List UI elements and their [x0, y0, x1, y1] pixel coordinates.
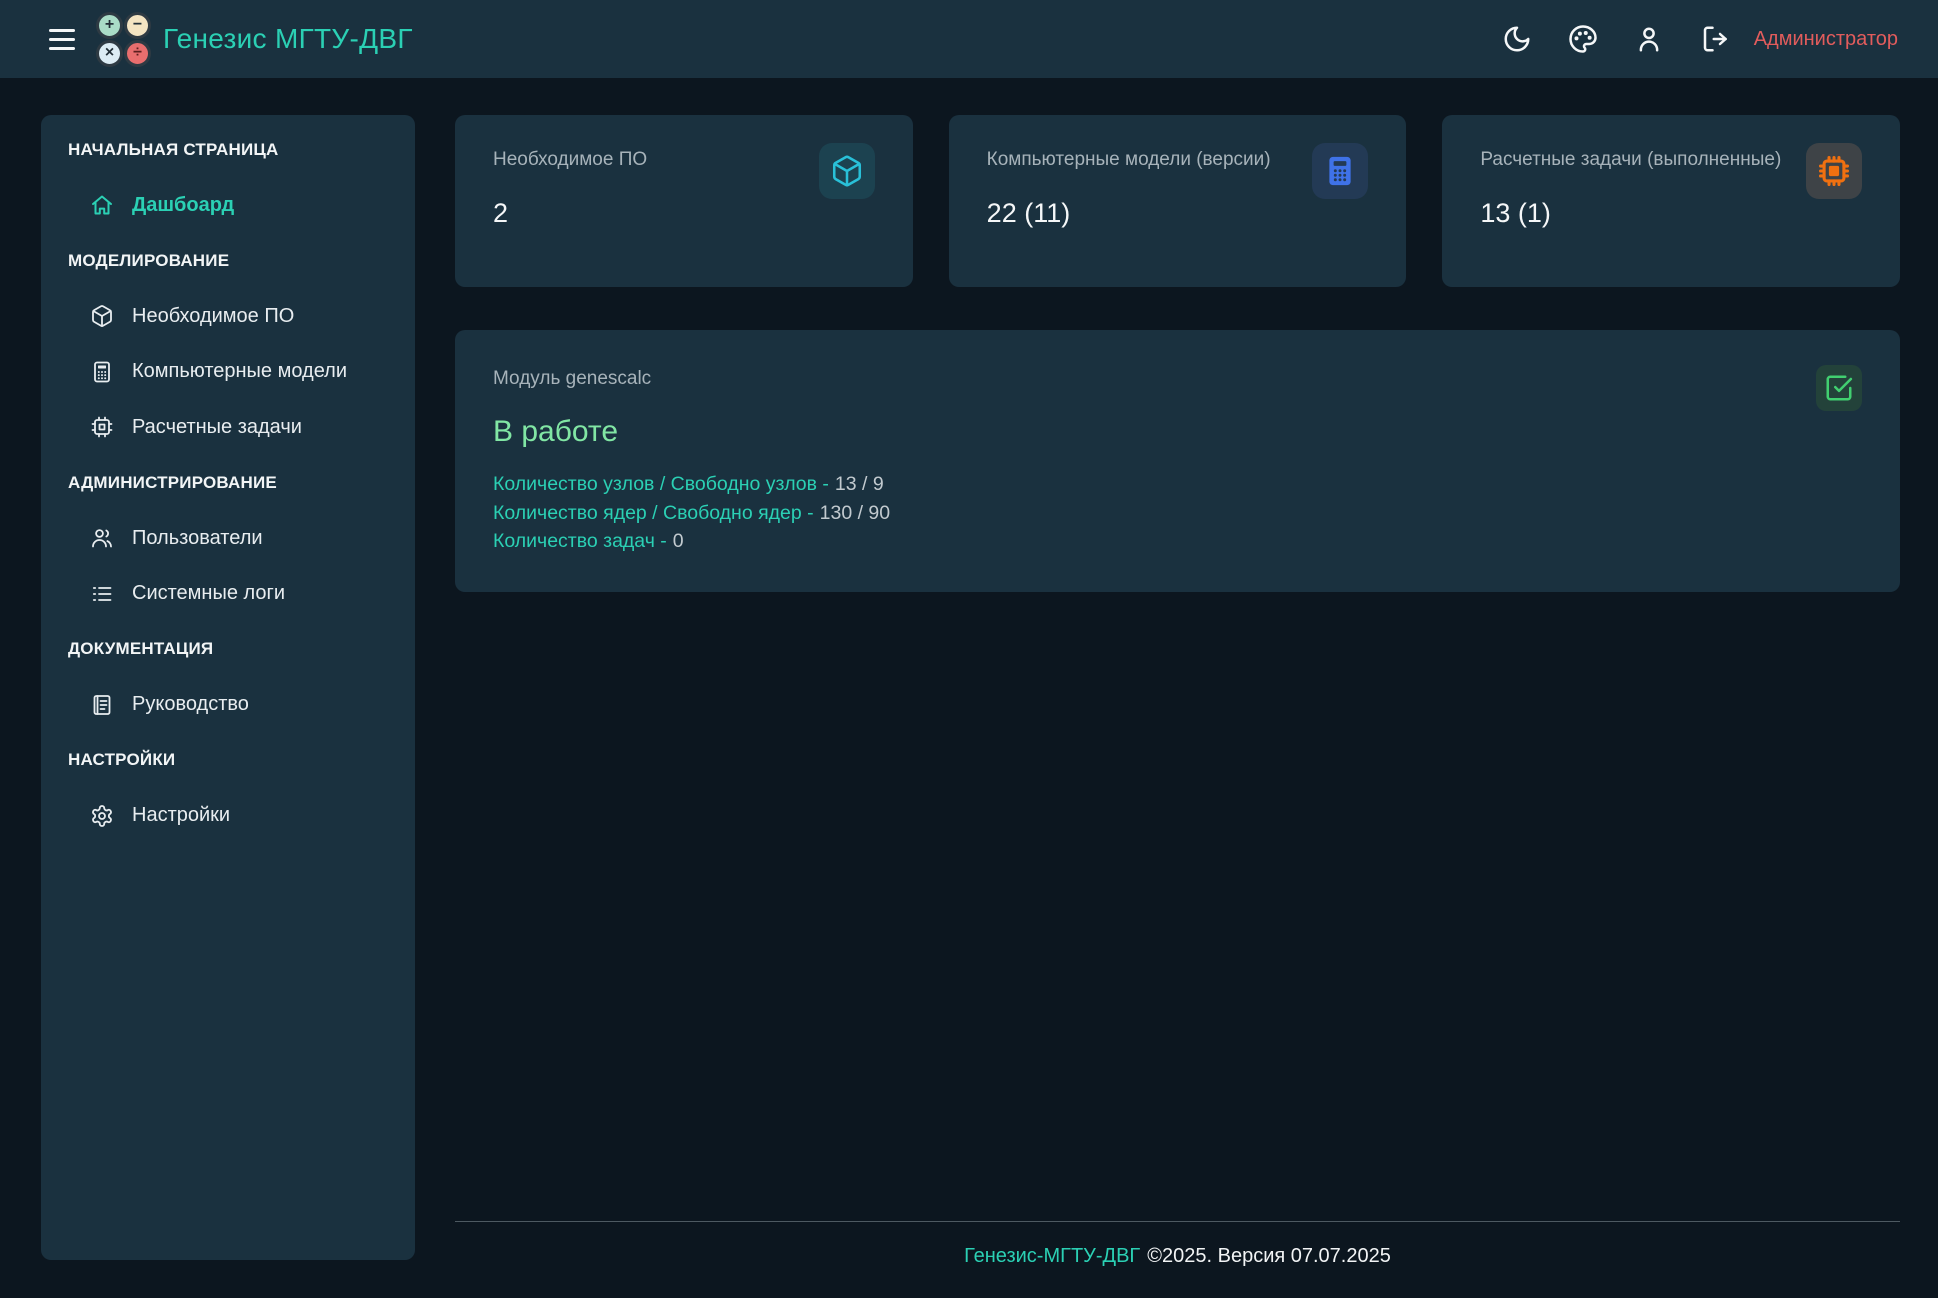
card-value: 2: [493, 198, 509, 228]
plus-icon: +: [96, 11, 123, 39]
sidebar-item-label: Системные логи: [132, 582, 286, 605]
sidebar-item-label: Компьютерные модели: [132, 360, 348, 383]
main-content: Необходимое ПО 2 Компьютерные модели (ве…: [455, 115, 1901, 1278]
sidebar-section-settings: НАСТРОЙКИ: [68, 750, 176, 770]
user-role-label[interactable]: Администратор: [1754, 28, 1898, 51]
footer-brand-link[interactable]: Генезис-МГТУ-ДВГ: [964, 1245, 1140, 1267]
sidebar: НАЧАЛЬНАЯ СТРАНИЦА Дашбоард МОДЕЛИРОВАНИ…: [41, 115, 415, 1260]
sidebar-item-label: Дашбоард: [132, 193, 235, 216]
card-value: 22 (11): [986, 198, 1071, 228]
sidebar-section-documentation: ДОКУМЕНТАЦИЯ: [68, 639, 214, 659]
footer-copyright: ©2025. Версия 07.07.2025: [1147, 1245, 1391, 1267]
stat-label: Количество задач -: [493, 530, 667, 552]
box-icon: [92, 305, 112, 328]
list-icon: [92, 586, 112, 601]
card-icon-badge: [818, 143, 875, 199]
header-right: Администратор: [1502, 24, 1898, 54]
moon-icon: [1504, 26, 1530, 52]
sidebar-section-administration: АДМИНИСТРИРОВАНИЕ: [68, 472, 277, 492]
card-value: 13 (1): [1480, 198, 1551, 228]
card-title: Расчетные задачи (выполненные): [1480, 149, 1782, 170]
sidebar-item-models[interactable]: Компьютерные модели: [41, 344, 415, 400]
app-header: + − × ÷ Генезис МГТУ-ДВГ Администратор: [0, 0, 1938, 78]
page-layout: НАЧАЛЬНАЯ СТРАНИЦА Дашбоард МОДЕЛИРОВАНИ…: [0, 78, 1938, 1278]
users-icon: [92, 529, 112, 548]
theme-button[interactable]: [1568, 24, 1598, 54]
sidebar-item-software[interactable]: Необходимое ПО: [41, 289, 415, 345]
card-computer-models: Компьютерные модели (версии) 22 (11): [948, 115, 1407, 287]
sidebar-item-users[interactable]: Пользователи: [41, 511, 415, 567]
module-status-badge: [1816, 365, 1862, 411]
sidebar-section-home: НАЧАЛЬНАЯ СТРАНИЦА: [68, 139, 279, 159]
card-calculation-tasks: Расчетные задачи (выполненные) 13 (1): [1442, 115, 1901, 287]
card-required-software: Необходимое ПО 2: [455, 115, 913, 287]
header-left: + − × ÷ Генезис МГТУ-ДВГ: [49, 11, 413, 67]
stat-value: 130 / 90: [819, 501, 891, 524]
stat-cores: Количество ядер / Свободно ядер -130 / 9…: [493, 499, 1862, 528]
stat-value: 0: [672, 530, 684, 552]
sidebar-section-modeling: МОДЕЛИРОВАНИЕ: [68, 250, 230, 270]
card-title: Необходимое ПО: [493, 149, 648, 170]
sidebar-item-dashboard[interactable]: Дашбоард: [41, 178, 415, 234]
profile-button[interactable]: [1634, 24, 1664, 54]
sidebar-item-system-logs[interactable]: Системные логи: [41, 566, 415, 622]
sidebar-item-settings[interactable]: Настройки: [41, 788, 415, 844]
app-title: Генезис МГТУ-ДВГ: [163, 23, 413, 54]
cpu-icon: [91, 416, 113, 438]
menu-toggle-button[interactable]: [49, 25, 75, 54]
stat-cards-row: Необходимое ПО 2 Компьютерные модели (ве…: [455, 115, 1901, 287]
sidebar-item-label: Руководство: [132, 693, 249, 716]
module-status: В работе: [493, 415, 619, 448]
gear-icon: [92, 804, 112, 827]
sidebar-item-manual[interactable]: Руководство: [41, 677, 415, 733]
sidebar-item-label: Пользователи: [132, 526, 263, 549]
logout-button[interactable]: [1700, 24, 1730, 54]
sidebar-item-label: Расчетные задачи: [132, 415, 302, 438]
card-icon-badge: [1806, 143, 1863, 199]
stat-label: Количество ядер / Свободно ядер -: [493, 501, 814, 524]
module-stats: Количество узлов / Свободно узлов -13 / …: [493, 470, 1862, 556]
module-genescalc-card: Модуль genescalc В работе Количество узл…: [455, 330, 1900, 592]
sidebar-item-label: Необходимое ПО: [132, 304, 295, 327]
app-logo: + − × ÷: [96, 11, 151, 67]
stat-value: 13 / 9: [834, 473, 884, 495]
box-icon: [832, 155, 861, 187]
stat-task-count: Количество задач -0: [493, 527, 1862, 556]
book-icon: [93, 694, 111, 715]
multiply-icon: ×: [96, 39, 123, 67]
card-title: Компьютерные модели (версии): [986, 149, 1271, 170]
stat-nodes: Количество узлов / Свободно узлов -13 / …: [493, 470, 1862, 499]
logout-icon: [1703, 26, 1727, 52]
card-icon-badge: [1312, 143, 1369, 199]
cpu-icon: [1818, 155, 1850, 187]
user-icon: [1639, 27, 1659, 52]
stat-label: Количество узлов / Свободно узлов -: [493, 473, 829, 495]
sidebar-item-label: Настройки: [132, 804, 231, 827]
home-icon: [92, 195, 112, 215]
calculator-icon: [94, 361, 110, 383]
sidebar-item-tasks[interactable]: Расчетные задачи: [41, 400, 415, 456]
divide-icon: ÷: [124, 39, 151, 67]
dark-mode-toggle-button[interactable]: [1502, 24, 1532, 54]
module-card-title: Модуль genescalc: [493, 368, 652, 389]
page-footer: Генезис-МГТУ-ДВГ ©2025. Версия 07.07.2025: [455, 1221, 1900, 1278]
check-square-icon: [1826, 375, 1853, 401]
minus-icon: −: [124, 11, 151, 39]
palette-icon: [1568, 25, 1597, 53]
calculator-icon: [1329, 156, 1351, 186]
